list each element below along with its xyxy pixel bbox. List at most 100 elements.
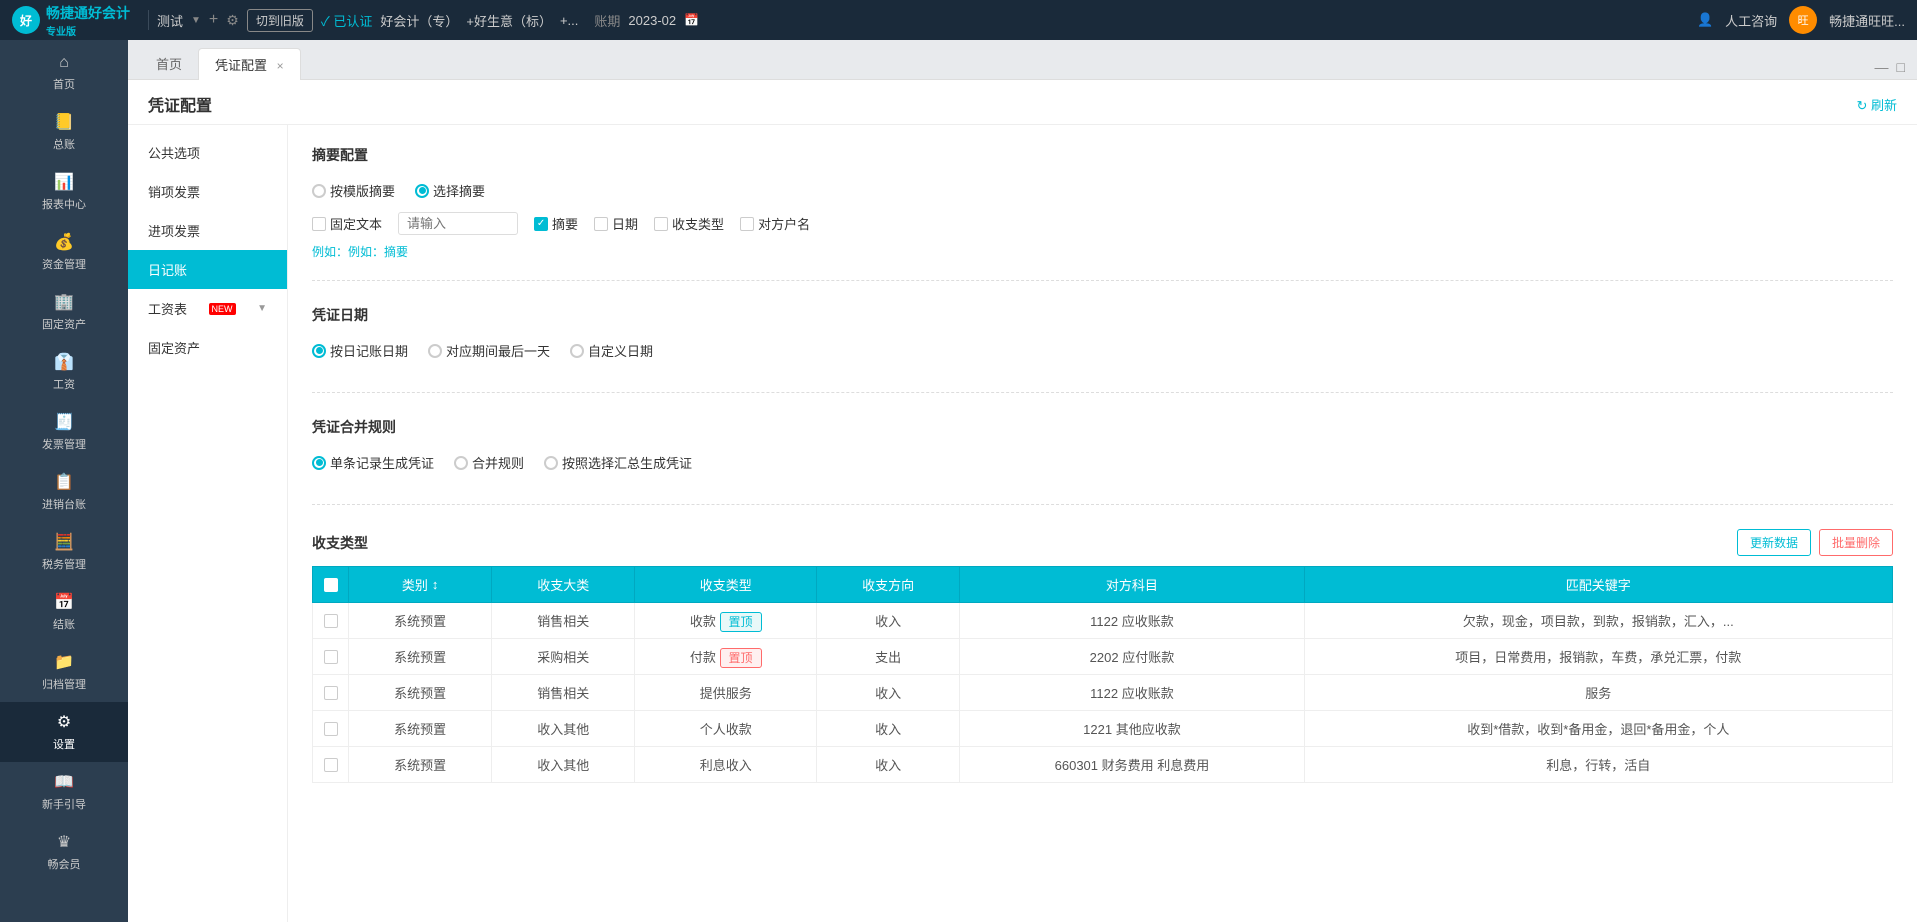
checkbox-box-counterpart (740, 217, 754, 231)
sidebar-label-archive: 归档管理 (42, 676, 86, 692)
merge-rules-radio-group: 单条记录生成凭证 合并规则 按照选择汇总生成凭证 (312, 453, 1893, 472)
type-tag[interactable]: 置顶 (720, 648, 762, 668)
radio-aggregate[interactable]: 按照选择汇总生成凭证 (544, 453, 692, 472)
maximize-icon[interactable]: □ (1897, 59, 1905, 75)
th-big-category: 收支大类 (492, 567, 635, 603)
th-direction: 收支方向 (817, 567, 960, 603)
sidebar-item-invoice[interactable]: 🧾 发票管理 (0, 402, 128, 462)
table-row: 系统预置 收入其他 利息收入 收入 660301 财务费用 利息费用 利息，行转… (313, 747, 1893, 783)
checkbox-summary[interactable]: ✓ 摘要 (534, 214, 578, 233)
consult-label[interactable]: 人工咨询 (1725, 11, 1777, 30)
checkbox-fixed-text[interactable]: 固定文本 (312, 214, 382, 233)
table-row: 系统预置 收入其他 个人收款 收入 1221 其他应收款 收到*借款，收到*备用… (313, 711, 1893, 747)
row-checkbox[interactable] (324, 758, 338, 772)
add-icon[interactable]: + (209, 11, 218, 29)
row-checkbox[interactable] (324, 614, 338, 628)
row-keywords: 项目，日常费用，报销款，车费，承兑汇票，付款 (1304, 639, 1892, 675)
sidebar-item-archive[interactable]: 📁 归档管理 (0, 642, 128, 702)
chevron-icon: ▼ (257, 303, 267, 314)
sidebar-label-guide: 新手引导 (42, 796, 86, 812)
row-checkbox[interactable] (324, 650, 338, 664)
radio-merge-rule[interactable]: 合并规则 (454, 453, 524, 472)
radio-circle-diary (312, 344, 326, 358)
test-chevron-icon[interactable]: ▼ (191, 15, 201, 26)
sidebar-item-purchase[interactable]: 📋 进销台账 (0, 462, 128, 522)
sidebar-item-home[interactable]: ⌂ 首页 (0, 44, 128, 102)
sidebar-item-assets[interactable]: 🏢 固定资产 (0, 282, 128, 342)
left-nav-payroll[interactable]: 工资表 NEW ▼ (128, 289, 287, 328)
sidebar-item-ledger[interactable]: 📒 总账 (0, 102, 128, 162)
sidebar-item-finance[interactable]: 💰 资金管理 (0, 222, 128, 282)
row-category: 系统预置 (349, 711, 492, 747)
refresh-label: 刷新 (1871, 98, 1897, 113)
row-checkbox-cell (313, 711, 349, 747)
sidebar-item-reports[interactable]: 📊 报表中心 (0, 162, 128, 222)
left-nav-purchase-invoice[interactable]: 进项发票 (128, 211, 287, 250)
radio-period-last-day[interactable]: 对应期间最后一天 (428, 341, 550, 360)
row-direction: 收入 (817, 747, 960, 783)
checkbox-counterpart[interactable]: 对方户名 (740, 214, 810, 233)
row-checkbox-cell (313, 675, 349, 711)
left-nav-fixed-assets[interactable]: 固定资产 (128, 328, 287, 367)
row-subject: 1122 应收账款 (960, 603, 1304, 639)
left-nav-public[interactable]: 公共选项 (128, 133, 287, 172)
row-direction: 收入 (817, 711, 960, 747)
logo-text: 畅捷通好会计 (46, 3, 130, 23)
switch-version-button[interactable]: 切到旧版 (247, 9, 313, 32)
left-nav-sales-invoice[interactable]: 销项发票 (128, 172, 287, 211)
calendar-icon[interactable]: 📅 (684, 13, 699, 27)
row-keywords: 收到*借款，收到*备用金，退回*备用金，个人 (1304, 711, 1892, 747)
row-checkbox[interactable] (324, 722, 338, 736)
table-row: 系统预置 采购相关 付款 置顶 支出 2202 应付账款 项目，日常费用，报销款… (313, 639, 1893, 675)
member-icon: ♛ (57, 832, 71, 852)
row-type: 利息收入 (635, 747, 817, 783)
row-keywords: 利息，行转，活自 (1304, 747, 1892, 783)
radio-custom-date[interactable]: 自定义日期 (570, 341, 653, 360)
topbar-right: 👤 人工咨询 旺 畅捷通旺旺... (1697, 6, 1905, 34)
config-area: 摘要配置 按模版摘要 选择摘要 (288, 125, 1917, 922)
radio-circle-custom (570, 344, 584, 358)
radio-single-record[interactable]: 单条记录生成凭证 (312, 453, 434, 472)
row-type: 收款 置顶 (635, 603, 817, 639)
sidebar-item-salary[interactable]: 👔 工资 (0, 342, 128, 402)
update-data-button[interactable]: 更新数据 (1737, 529, 1811, 556)
fixed-text-input[interactable] (398, 212, 518, 235)
sort-icon[interactable]: ↕ (432, 577, 439, 592)
sidebar-label-settlement: 结账 (53, 616, 75, 632)
minimize-icon[interactable]: — (1875, 59, 1889, 75)
th-type: 收支类型 (635, 567, 817, 603)
sidebar-item-member[interactable]: ♛ 畅会员 (0, 822, 128, 882)
sidebar-item-tax[interactable]: 🧮 税务管理 (0, 522, 128, 582)
left-nav-diary[interactable]: 日记账 (128, 250, 287, 289)
purchase-icon: 📋 (54, 472, 74, 492)
refresh-button[interactable]: ↻ 刷新 (1856, 95, 1897, 114)
type-tag[interactable]: 置顶 (720, 612, 762, 632)
row-checkbox[interactable] (324, 686, 338, 700)
batch-delete-button[interactable]: 批量删除 (1819, 529, 1893, 556)
voucher-date-section: 凭证日期 按日记账日期 对应期间最后一天 (312, 305, 1893, 393)
select-all-checkbox[interactable] (324, 578, 338, 592)
sidebar-item-settings[interactable]: ⚙ 设置 (0, 702, 128, 762)
income-expense-title: 收支类型 (312, 533, 368, 553)
tab-home[interactable]: 首页 (140, 48, 198, 79)
sidebar-label-purchase: 进销台账 (42, 496, 86, 512)
th-checkbox (313, 567, 349, 603)
tab-voucher-config[interactable]: 凭证配置 × (198, 48, 301, 80)
gear-icon[interactable]: ⚙ (226, 12, 239, 29)
tab-close-icon[interactable]: × (277, 59, 284, 73)
radio-select-summary[interactable]: 选择摘要 (415, 181, 485, 200)
row-checkbox-cell (313, 603, 349, 639)
checkbox-income-type[interactable]: 收支类型 (654, 214, 724, 233)
checkbox-date[interactable]: 日期 (594, 214, 638, 233)
ledger-icon: 📒 (54, 112, 74, 132)
finance-icon: 💰 (54, 232, 74, 252)
sidebar-item-settlement[interactable]: 📅 结账 (0, 582, 128, 642)
sidebar-item-guide[interactable]: 📖 新手引导 (0, 762, 128, 822)
radio-template-summary[interactable]: 按模版摘要 (312, 181, 395, 200)
radio-diary-date[interactable]: 按日记账日期 (312, 341, 408, 360)
row-big-category: 销售相关 (492, 603, 635, 639)
user-name: 畅捷通旺旺... (1829, 11, 1905, 30)
row-keywords: 欠款，现金，项目款，到款，报销款，汇入，... (1304, 603, 1892, 639)
tax-icon: 🧮 (54, 532, 74, 552)
row-checkbox-cell (313, 747, 349, 783)
